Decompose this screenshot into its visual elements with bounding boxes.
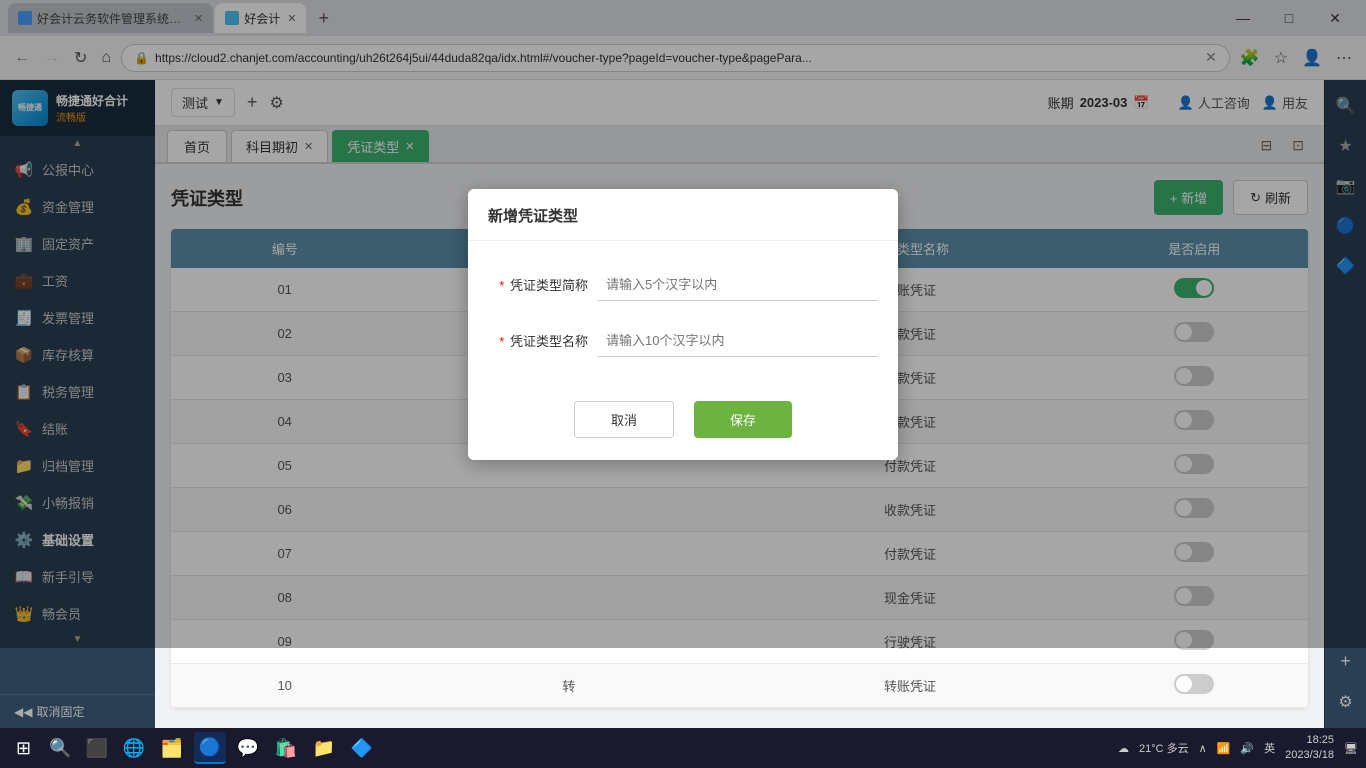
modal-body: * 凭证类型简称 * 凭证类型名称 — [468, 241, 898, 389]
cancel-fixed-icon: ◀◀ — [14, 705, 32, 719]
taskbar: ⊞ 🔍 ⬛ 🌐 🗂️ 🔵 💬 🛍️ 📁 🔷 ☁ 21°C 多云 ∧ 📶 🔊 英 … — [0, 728, 1366, 768]
modal-dialog: 新增凭证类型 * 凭证类型简称 * 凭证类型名称 取消 保存 — [468, 189, 898, 460]
table-row: 10 转 转账凭证 — [171, 664, 1308, 708]
sidebar-cancel-fixed[interactable]: ◀◀ 取消固定 — [0, 694, 155, 728]
right-panel-add[interactable]: + — [1328, 643, 1364, 680]
label-name-text: 凭证类型名称 — [510, 334, 588, 349]
required-star-2: * — [499, 334, 504, 349]
modal-save-button[interactable]: 保存 — [694, 401, 792, 438]
taskbar-clock: 18:25 2023/3/18 — [1285, 733, 1334, 764]
taskbar-app-edge[interactable]: 🔵 — [194, 732, 226, 764]
tray-chevron[interactable]: ∧ — [1199, 742, 1207, 755]
cell-toggle[interactable] — [1081, 664, 1308, 708]
toggle-knob — [1176, 676, 1192, 692]
label-short-text: 凭证类型简称 — [510, 278, 588, 293]
cell-short: 转 — [398, 664, 739, 708]
modal-header: 新增凭证类型 — [468, 189, 898, 241]
taskbar-app-store[interactable]: 🛍️ — [270, 732, 302, 764]
taskbar-app-files[interactable]: 📁 — [308, 732, 340, 764]
taskbar-tray: ☁ 21°C 多云 ∧ 📶 🔊 英 18:25 2023/3/18 🖥 — [1118, 733, 1358, 764]
voucher-short-input[interactable] — [598, 269, 878, 301]
tray-weather: ☁ — [1118, 742, 1129, 755]
voucher-name-input[interactable] — [598, 325, 878, 357]
form-label-short: * 凭证类型简称 — [488, 275, 598, 294]
taskbar-app-browser2[interactable]: 🔷 — [346, 732, 378, 764]
modal-cancel-button[interactable]: 取消 — [574, 401, 674, 438]
tray-lang: 英 — [1264, 740, 1275, 756]
cancel-fixed-label: 取消固定 — [36, 703, 84, 720]
form-row-name: * 凭证类型名称 — [488, 325, 878, 357]
modal-footer: 取消 保存 — [468, 389, 898, 460]
clock-time: 18:25 — [1285, 733, 1334, 748]
tray-volume: 🔊 — [1240, 742, 1254, 755]
form-label-name: * 凭证类型名称 — [488, 331, 598, 350]
toggle-off[interactable] — [1174, 674, 1214, 694]
required-star: * — [499, 278, 504, 293]
clock-date: 2023/3/18 — [1285, 748, 1334, 763]
taskbar-app-wechat[interactable]: 💬 — [232, 732, 264, 764]
taskbar-app-explorer[interactable]: 🗂️ — [156, 732, 188, 764]
search-taskbar-button[interactable]: 🔍 — [45, 734, 75, 763]
tray-wifi: 📶 — [1217, 742, 1231, 755]
modal-title: 新增凭证类型 — [488, 208, 578, 225]
cell-name: 转账凭证 — [739, 664, 1080, 708]
form-row-short: * 凭证类型简称 — [488, 269, 878, 301]
tray-notification[interactable]: 🖥 — [1344, 742, 1358, 755]
task-view-button[interactable]: ⬛ — [82, 734, 112, 763]
right-panel-gear[interactable]: ⚙ — [1328, 684, 1364, 720]
tray-temp: 21°C 多云 — [1139, 740, 1189, 756]
modal-overlay: 新增凭证类型 * 凭证类型简称 * 凭证类型名称 取消 保存 — [0, 0, 1366, 648]
cell-code: 10 — [171, 664, 398, 708]
taskbar-app-chrome[interactable]: 🌐 — [118, 732, 150, 764]
start-button[interactable]: ⊞ — [8, 734, 39, 763]
